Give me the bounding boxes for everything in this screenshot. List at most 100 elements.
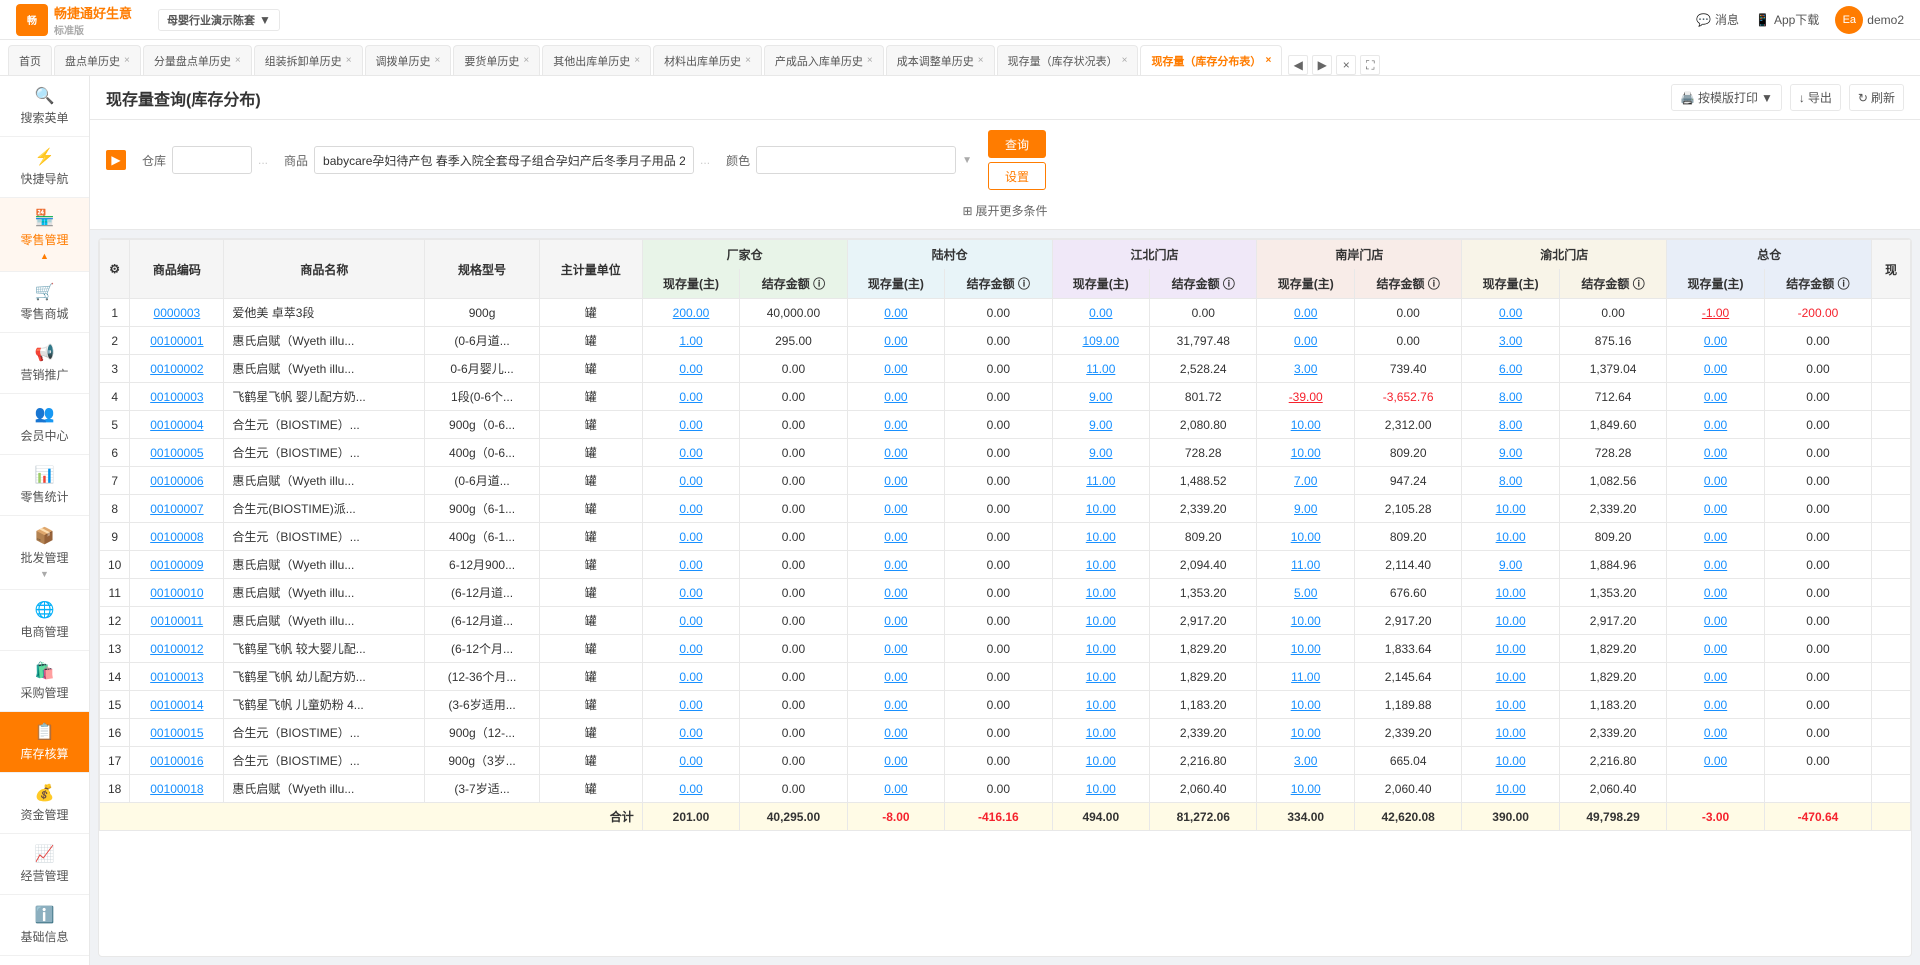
sidebar-item-ecommerce[interactable]: 🌐 电商管理 [0, 590, 89, 651]
sidebar-item-operation[interactable]: 📈 经营管理 [0, 834, 89, 895]
sidebar-item-purchase[interactable]: 🛍️ 采购管理 [0, 651, 89, 712]
row-l-qty[interactable]: 0.00 [847, 327, 945, 355]
row-l-qty[interactable]: 0.00 [847, 663, 945, 691]
row-f-qty[interactable]: 0.00 [642, 775, 740, 803]
row-total-qty[interactable]: 0.00 [1667, 411, 1765, 439]
row-code[interactable]: 00100010 [130, 579, 224, 607]
tab-material-out[interactable]: 材料出库单历史 × [653, 45, 762, 75]
row-jb-qty[interactable]: 10.00 [1052, 635, 1150, 663]
row-l-qty[interactable]: 0.00 [847, 775, 945, 803]
row-nb-qty[interactable]: 7.00 [1257, 467, 1355, 495]
row-total-qty[interactable]: 0.00 [1667, 719, 1765, 747]
row-nb-qty[interactable]: 10.00 [1257, 635, 1355, 663]
row-l-qty[interactable]: 0.00 [847, 523, 945, 551]
sidebar-item-retail[interactable]: 🏪 零售管理 ▲ [0, 198, 89, 272]
row-yb-qty[interactable]: 10.00 [1462, 747, 1560, 775]
row-total-qty[interactable]: 0.00 [1667, 747, 1765, 775]
sidebar-item-shortcut[interactable]: ⚡ 快捷导航 [0, 137, 89, 198]
row-l-qty[interactable]: 0.00 [847, 691, 945, 719]
query-button[interactable]: 查询 [988, 130, 1046, 158]
sidebar-item-wholesale[interactable]: 📦 批发管理 ▼ [0, 516, 89, 590]
row-total-qty[interactable]: -1.00 [1667, 299, 1765, 327]
row-jb-qty[interactable]: 9.00 [1052, 383, 1150, 411]
tab-produce-in[interactable]: 产成品入库单历史 × [764, 45, 884, 75]
row-code[interactable]: 00100002 [130, 355, 224, 383]
row-l-qty[interactable]: 0.00 [847, 299, 945, 327]
row-nb-qty[interactable]: 10.00 [1257, 691, 1355, 719]
row-yb-qty[interactable]: 9.00 [1462, 551, 1560, 579]
row-yb-qty[interactable]: 9.00 [1462, 439, 1560, 467]
row-yb-qty[interactable]: 10.00 [1462, 635, 1560, 663]
row-l-qty[interactable]: 0.00 [847, 439, 945, 467]
row-nb-qty[interactable]: 11.00 [1257, 663, 1355, 691]
row-code[interactable]: 00100007 [130, 495, 224, 523]
row-f-qty[interactable]: 0.00 [642, 439, 740, 467]
settings-button[interactable]: 设置 [988, 162, 1046, 190]
row-yb-qty[interactable]: 10.00 [1462, 775, 1560, 803]
collapse-btn[interactable]: ▶ [106, 150, 126, 170]
row-jb-qty[interactable]: 10.00 [1052, 663, 1150, 691]
print-btn[interactable]: 🖨️ 按模版打印 ▼ [1671, 84, 1782, 111]
message-btn[interactable]: 💬 消息 [1696, 11, 1739, 28]
row-jb-qty[interactable]: 10.00 [1052, 579, 1150, 607]
row-l-qty[interactable]: 0.00 [847, 635, 945, 663]
sidebar-item-retail-shop[interactable]: 🛒 零售商城 [0, 272, 89, 333]
tab-stock-dist[interactable]: 现存量（库存分布表） × [1140, 45, 1282, 75]
row-f-qty[interactable]: 0.00 [642, 719, 740, 747]
sidebar-item-member[interactable]: 👥 会员中心 [0, 394, 89, 455]
row-f-qty[interactable]: 1.00 [642, 327, 740, 355]
sidebar-item-stock[interactable]: 📋 库存核算 [0, 712, 89, 773]
row-f-qty[interactable]: 0.00 [642, 411, 740, 439]
row-yb-qty[interactable]: 10.00 [1462, 719, 1560, 747]
row-nb-qty[interactable]: 3.00 [1257, 747, 1355, 775]
row-f-qty[interactable]: 0.00 [642, 607, 740, 635]
row-jb-qty[interactable]: 0.00 [1052, 299, 1150, 327]
row-l-qty[interactable]: 0.00 [847, 719, 945, 747]
row-l-qty[interactable]: 0.00 [847, 383, 945, 411]
app-download-btn[interactable]: 📱 App下载 [1755, 11, 1819, 28]
row-yb-qty[interactable]: 3.00 [1462, 327, 1560, 355]
row-code[interactable]: 00100008 [130, 523, 224, 551]
row-yb-qty[interactable]: 10.00 [1462, 691, 1560, 719]
tab-next-btn[interactable]: ▶ [1312, 55, 1332, 75]
tab-inventory[interactable]: 盘点单历史 × [54, 45, 141, 75]
table-container[interactable]: ⚙ 商品编码 商品名称 规格型号 主计量单位 厂家仓 陆村仓 江北门店 南岸门店… [98, 238, 1912, 957]
tab-assembly[interactable]: 组装拆卸单历史 × [254, 45, 363, 75]
row-code[interactable]: 00100003 [130, 383, 224, 411]
row-nb-qty[interactable]: 3.00 [1257, 355, 1355, 383]
row-total-qty[interactable]: 0.00 [1667, 383, 1765, 411]
tab-transfer[interactable]: 调拨单历史 × [365, 45, 452, 75]
row-code[interactable]: 00100015 [130, 719, 224, 747]
row-f-qty[interactable]: 0.00 [642, 635, 740, 663]
row-total-qty[interactable]: 0.00 [1667, 355, 1765, 383]
row-code[interactable]: 00100014 [130, 691, 224, 719]
row-nb-qty[interactable]: 10.00 [1257, 607, 1355, 635]
row-code[interactable]: 00100009 [130, 551, 224, 579]
row-jb-qty[interactable]: 10.00 [1052, 607, 1150, 635]
row-nb-qty[interactable]: -39.00 [1257, 383, 1355, 411]
row-nb-qty[interactable]: 5.00 [1257, 579, 1355, 607]
row-nb-qty[interactable]: 10.00 [1257, 523, 1355, 551]
row-total-qty[interactable]: 0.00 [1667, 327, 1765, 355]
row-jb-qty[interactable]: 9.00 [1052, 411, 1150, 439]
tab-prev-btn[interactable]: ◀ [1288, 55, 1308, 75]
row-jb-qty[interactable]: 10.00 [1052, 495, 1150, 523]
row-l-qty[interactable]: 0.00 [847, 607, 945, 635]
industry-selector[interactable]: 母婴行业演示陈套 ▼ [158, 9, 280, 31]
expand-conditions-btn[interactable]: ⊞ 展开更多条件 [962, 202, 1047, 219]
row-f-qty[interactable]: 0.00 [642, 691, 740, 719]
row-jb-qty[interactable]: 9.00 [1052, 439, 1150, 467]
row-nb-qty[interactable]: 10.00 [1257, 439, 1355, 467]
row-l-qty[interactable]: 0.00 [847, 411, 945, 439]
row-yb-qty[interactable]: 6.00 [1462, 355, 1560, 383]
row-yb-qty[interactable]: 10.00 [1462, 523, 1560, 551]
export-btn[interactable]: ↓ 导出 [1790, 84, 1841, 111]
sidebar-item-system[interactable]: ⚙️ 系统管理 [0, 956, 89, 965]
tab-other-out[interactable]: 其他出库单历史 × [542, 45, 651, 75]
row-total-qty[interactable]: 0.00 [1667, 551, 1765, 579]
row-jb-qty[interactable]: 10.00 [1052, 747, 1150, 775]
row-yb-qty[interactable]: 8.00 [1462, 383, 1560, 411]
row-total-qty[interactable]: 0.00 [1667, 663, 1765, 691]
row-yb-qty[interactable]: 8.00 [1462, 411, 1560, 439]
row-l-qty[interactable]: 0.00 [847, 355, 945, 383]
